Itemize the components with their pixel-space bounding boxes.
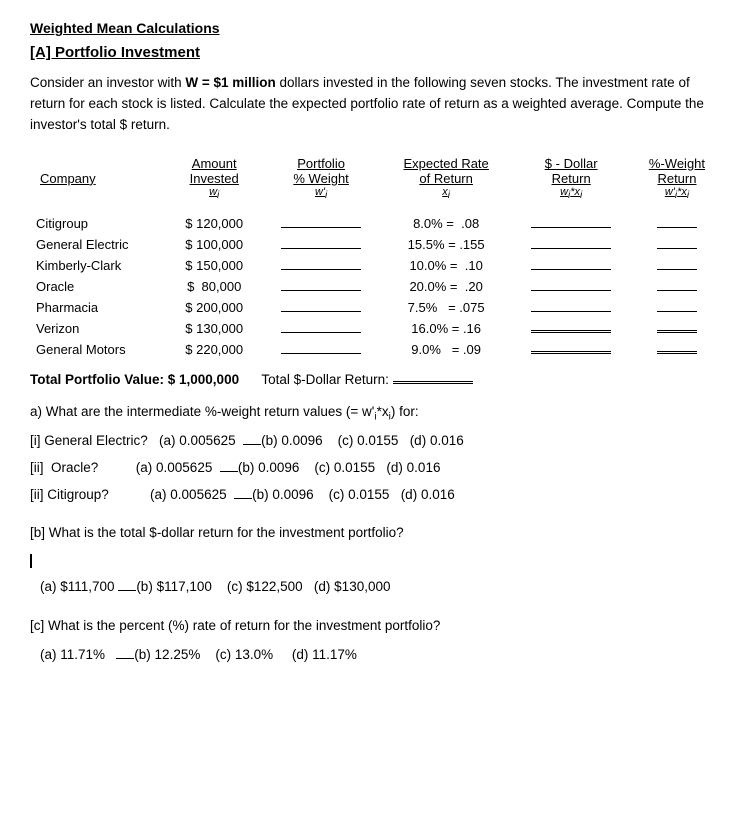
total-label: Total Portfolio Value: $ 1,000,000: [30, 372, 239, 387]
portfolio-weight: [260, 339, 382, 360]
portfolio-weight: [260, 276, 382, 297]
col-header-portfolio-weight: Portfolio % Weight w'i: [260, 154, 382, 203]
dollar-return: [510, 339, 632, 360]
table-row: Oracle $ 80,000 20.0% = .20: [30, 276, 722, 297]
pct-return: [632, 297, 722, 318]
table-row: Verizon $ 130,000 16.0% = .16: [30, 318, 722, 339]
company-name: Oracle: [30, 276, 168, 297]
question-a-ii: [ii] Oracle? (a) 0.005625 (b) 0.0096 (c)…: [30, 457, 722, 480]
col-header-company: Company: [30, 154, 168, 203]
main-title: Weighted Mean Calculations: [30, 20, 722, 36]
col-header-dollar-return: $ - Dollar Return wi*xi: [510, 154, 632, 203]
portfolio-table-container: Company Amount Invested wi Portfolio % W…: [30, 154, 722, 360]
question-c-header: [c] What is the percent (%) rate of retu…: [30, 615, 722, 638]
portfolio-weight: [260, 297, 382, 318]
table-row: General Electric $ 100,000 15.5% = .155: [30, 234, 722, 255]
portfolio-weight: [260, 255, 382, 276]
amount-invested: $ 80,000: [168, 276, 260, 297]
col-header-amount: Amount Invested wi: [168, 154, 260, 203]
company-name: Citigroup: [30, 213, 168, 234]
question-b-header: [b] What is the total $-dollar return fo…: [30, 522, 722, 545]
expected-rate: 20.0% = .20: [382, 276, 511, 297]
company-name: General Electric: [30, 234, 168, 255]
intro-paragraph: Consider an investor with W = $1 million…: [30, 73, 722, 136]
pct-return: [632, 276, 722, 297]
pct-return: [632, 255, 722, 276]
pct-return: [632, 234, 722, 255]
table-row: Citigroup $ 120,000 8.0% = .08: [30, 213, 722, 234]
amount-invested: $ 150,000: [168, 255, 260, 276]
table-row: General Motors $ 220,000 9.0% = .09: [30, 339, 722, 360]
dollar-return: [510, 318, 632, 339]
amount-invested: $ 200,000: [168, 297, 260, 318]
expected-rate: 10.0% = .10: [382, 255, 511, 276]
pct-return: [632, 339, 722, 360]
total-value: $ 1,000,000: [168, 372, 239, 387]
amount-invested: $ 100,000: [168, 234, 260, 255]
question-b-cursor: [30, 549, 722, 572]
pct-return: [632, 318, 722, 339]
total-dollar-label: Total $-Dollar Return:: [261, 372, 472, 387]
question-c-section: [c] What is the percent (%) rate of retu…: [30, 615, 722, 667]
dollar-return: [510, 234, 632, 255]
company-name: Pharmacia: [30, 297, 168, 318]
company-name: General Motors: [30, 339, 168, 360]
amount-invested: $ 130,000: [168, 318, 260, 339]
expected-rate: 9.0% = .09: [382, 339, 511, 360]
total-dollar-value: [393, 381, 473, 384]
expected-rate: 7.5% = .075: [382, 297, 511, 318]
pct-return: [632, 213, 722, 234]
question-a-header: a) What are the intermediate %-weight re…: [30, 401, 722, 426]
expected-rate: 8.0% = .08: [382, 213, 511, 234]
expected-rate: 16.0% = .16: [382, 318, 511, 339]
col-header-pct-weight-return: %-Weight Return w'i*xi: [632, 154, 722, 203]
table-row: Pharmacia $ 200,000 7.5% = .075: [30, 297, 722, 318]
question-a-i: [i] General Electric? (a) 0.005625 (b) 0…: [30, 430, 722, 453]
questions-section: a) What are the intermediate %-weight re…: [30, 401, 722, 507]
expected-rate: 15.5% = .155: [382, 234, 511, 255]
portfolio-weight: [260, 318, 382, 339]
amount-invested: $ 120,000: [168, 213, 260, 234]
question-b-section: [b] What is the total $-dollar return fo…: [30, 522, 722, 599]
portfolio-weight: [260, 234, 382, 255]
section-title: [A] Portfolio Investment: [30, 44, 200, 61]
company-name: Kimberly-Clark: [30, 255, 168, 276]
portfolio-weight: [260, 213, 382, 234]
dollar-return: [510, 213, 632, 234]
total-row: Total Portfolio Value: $ 1,000,000 Total…: [30, 372, 722, 387]
table-row: Kimberly-Clark $ 150,000 10.0% = .10: [30, 255, 722, 276]
dollar-return: [510, 276, 632, 297]
question-a-iii: [ii] Citigroup? (a) 0.005625 (b) 0.0096 …: [30, 484, 722, 507]
question-c-options: (a) 11.71% (b) 12.25% (c) 13.0% (d) 11.1…: [30, 644, 722, 667]
dollar-return: [510, 255, 632, 276]
amount-invested: $ 220,000: [168, 339, 260, 360]
portfolio-table: Company Amount Invested wi Portfolio % W…: [30, 154, 722, 360]
question-b-options: (a) $111,700 (b) $117,100 (c) $122,500 (…: [30, 576, 722, 599]
col-header-expected-rate: Expected Rate of Return xi: [382, 154, 511, 203]
dollar-return: [510, 297, 632, 318]
company-name: Verizon: [30, 318, 168, 339]
